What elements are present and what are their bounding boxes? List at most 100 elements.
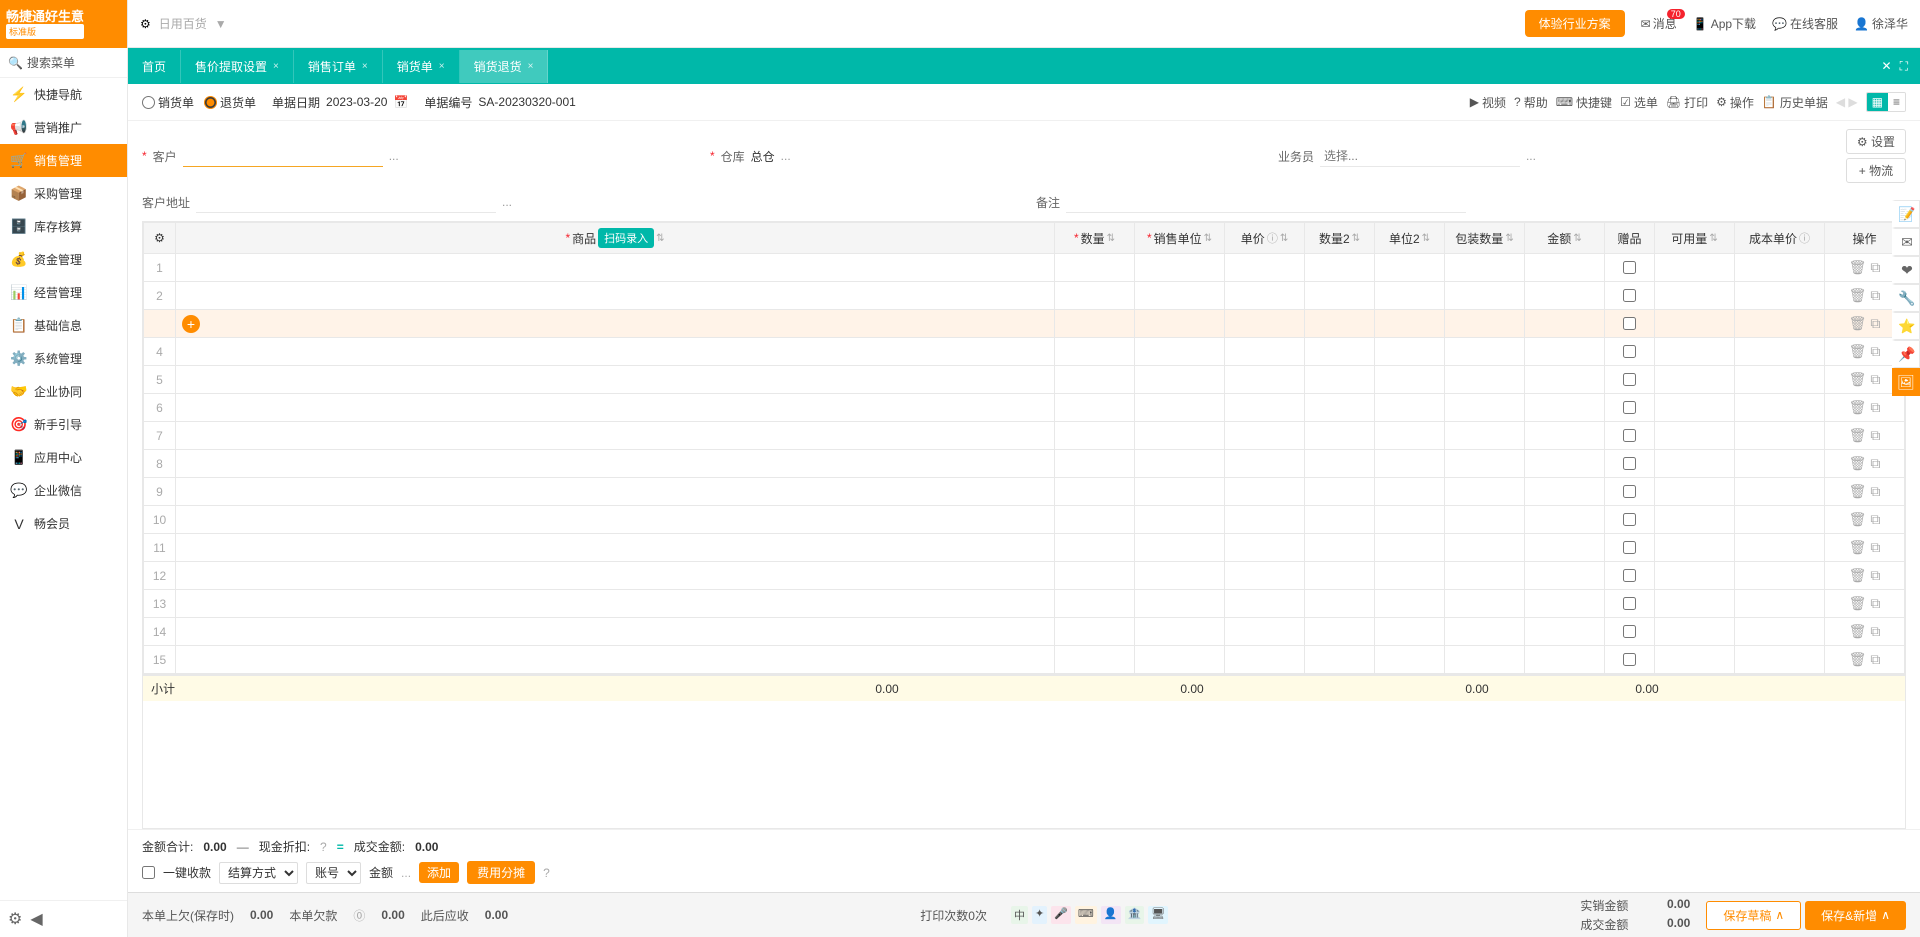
product-cell[interactable] bbox=[176, 590, 1055, 618]
pack-qty-cell[interactable] bbox=[1445, 590, 1525, 618]
gift-cell[interactable] bbox=[1605, 310, 1655, 338]
available-cell[interactable] bbox=[1655, 422, 1735, 450]
delete-row-icon[interactable]: 🗑 bbox=[1849, 427, 1867, 444]
action-help[interactable]: ? 帮助 bbox=[1514, 94, 1548, 111]
amount-cell[interactable] bbox=[1525, 562, 1605, 590]
cost-price-cell[interactable] bbox=[1735, 478, 1825, 506]
discount-info-icon[interactable]: ? bbox=[320, 840, 327, 854]
copy-row-icon[interactable]: ⧉ bbox=[1870, 455, 1880, 472]
payment-method-select[interactable]: 结算方式 bbox=[219, 862, 298, 884]
gift-checkbox[interactable] bbox=[1623, 653, 1636, 666]
radio-sales[interactable]: 销货单 bbox=[142, 94, 194, 111]
cost-price-cell[interactable] bbox=[1735, 562, 1825, 590]
sidebar-item-purchase[interactable]: 📦 采购管理 bbox=[0, 177, 127, 210]
product-cell[interactable] bbox=[176, 534, 1055, 562]
sidebar-item-quicknav[interactable]: ⚡ 快捷导航 bbox=[0, 78, 127, 111]
gift-checkbox[interactable] bbox=[1623, 345, 1636, 358]
qty2-cell[interactable] bbox=[1305, 450, 1375, 478]
amount-cell[interactable] bbox=[1525, 590, 1605, 618]
delete-row-icon[interactable]: 🗑 bbox=[1849, 455, 1867, 472]
gift-cell[interactable] bbox=[1605, 618, 1655, 646]
gift-cell[interactable] bbox=[1605, 562, 1655, 590]
sidebar-item-marketing[interactable]: 📢 营销推广 bbox=[0, 111, 127, 144]
quantity-cell[interactable] bbox=[1055, 562, 1135, 590]
delete-row-icon[interactable]: 🗑 bbox=[1849, 567, 1867, 584]
radio-sales-input[interactable] bbox=[142, 96, 155, 109]
gift-checkbox[interactable] bbox=[1623, 625, 1636, 638]
rfb-favorite[interactable]: ❤ bbox=[1892, 256, 1920, 284]
tb-icon-6[interactable]: 🏦 bbox=[1125, 906, 1145, 924]
rfb-pin[interactable]: 📌 bbox=[1892, 340, 1920, 368]
price-cell[interactable] bbox=[1225, 254, 1305, 282]
product-cell[interactable] bbox=[176, 506, 1055, 534]
pack-qty-cell[interactable] bbox=[1445, 338, 1525, 366]
gift-cell[interactable] bbox=[1605, 590, 1655, 618]
unit-cell[interactable] bbox=[1135, 646, 1225, 674]
pack-qty-cell[interactable] bbox=[1445, 310, 1525, 338]
pack-qty-cell[interactable] bbox=[1445, 562, 1525, 590]
action-video[interactable]: ▶ 视频 bbox=[1470, 94, 1506, 111]
available-cell[interactable] bbox=[1655, 590, 1735, 618]
gift-cell[interactable] bbox=[1605, 338, 1655, 366]
gift-cell[interactable] bbox=[1605, 534, 1655, 562]
available-cell[interactable] bbox=[1655, 254, 1735, 282]
unit-cell[interactable] bbox=[1135, 618, 1225, 646]
pack-qty-cell[interactable] bbox=[1445, 366, 1525, 394]
amount-cell[interactable] bbox=[1525, 506, 1605, 534]
copy-row-icon[interactable]: ⧉ bbox=[1870, 511, 1880, 528]
pack-qty-cell[interactable] bbox=[1445, 646, 1525, 674]
header-settings-icon[interactable]: ⚙ bbox=[140, 17, 151, 31]
cost-price-cell[interactable] bbox=[1735, 282, 1825, 310]
fee-tab-btn[interactable]: 费用分摊 bbox=[467, 861, 535, 884]
sidebar-search[interactable]: 🔍 搜索菜单 bbox=[0, 48, 127, 78]
cost-price-cell[interactable] bbox=[1735, 506, 1825, 534]
unit2-cell[interactable] bbox=[1375, 310, 1445, 338]
amount-cell[interactable] bbox=[1525, 646, 1605, 674]
amount-cell[interactable] bbox=[1525, 534, 1605, 562]
price-cell[interactable] bbox=[1225, 590, 1305, 618]
qty2-cell[interactable] bbox=[1305, 590, 1375, 618]
product-cell[interactable] bbox=[176, 254, 1055, 282]
cost-price-cell[interactable] bbox=[1735, 310, 1825, 338]
sidebar-item-enterprise[interactable]: 🤝 企业协同 bbox=[0, 375, 127, 408]
gift-checkbox[interactable] bbox=[1623, 597, 1636, 610]
cost-price-cell[interactable] bbox=[1735, 450, 1825, 478]
account-select[interactable]: 账号 bbox=[306, 862, 361, 884]
save-new-btn[interactable]: 保存&新增 ∧ bbox=[1805, 901, 1906, 930]
add-row-btn[interactable]: + bbox=[182, 315, 200, 333]
rfb-tool[interactable]: 🔧 bbox=[1892, 284, 1920, 312]
app-download-btn[interactable]: 📱 App下载 bbox=[1693, 15, 1756, 32]
qty2-cell[interactable] bbox=[1305, 646, 1375, 674]
product-cell[interactable] bbox=[176, 366, 1055, 394]
calendar-icon[interactable]: 📅 bbox=[393, 95, 408, 109]
amount-cell[interactable] bbox=[1525, 422, 1605, 450]
quantity-cell[interactable] bbox=[1055, 366, 1135, 394]
unit-cell[interactable] bbox=[1135, 366, 1225, 394]
action-print[interactable]: 🖨 打印 bbox=[1666, 94, 1708, 111]
amount-cell[interactable] bbox=[1525, 618, 1605, 646]
gift-checkbox[interactable] bbox=[1623, 513, 1636, 526]
warehouse-more-btn[interactable]: ... bbox=[781, 149, 791, 163]
unit2-cell[interactable] bbox=[1375, 590, 1445, 618]
sidebar-item-sales[interactable]: 🛒 销售管理 bbox=[0, 144, 127, 177]
settings-bottom-icon[interactable]: ⚙ bbox=[8, 909, 22, 929]
rfb-camera[interactable]: 🖼 bbox=[1892, 368, 1920, 396]
action-shortcut[interactable]: ⌨ 快捷键 bbox=[1556, 94, 1612, 111]
product-cell[interactable] bbox=[176, 618, 1055, 646]
sidebar-item-newguide[interactable]: 🎯 新手引导 bbox=[0, 408, 127, 441]
delete-row-icon[interactable]: 🗑 bbox=[1849, 287, 1867, 304]
qty2-cell[interactable] bbox=[1305, 506, 1375, 534]
price-cell[interactable] bbox=[1225, 422, 1305, 450]
delete-row-icon[interactable]: 🗑 bbox=[1849, 595, 1867, 612]
cost-price-cell[interactable] bbox=[1735, 422, 1825, 450]
available-cell[interactable] bbox=[1655, 534, 1735, 562]
gift-cell[interactable] bbox=[1605, 282, 1655, 310]
add-payment-btn[interactable]: 添加 bbox=[419, 862, 459, 883]
qty2-cell[interactable] bbox=[1305, 366, 1375, 394]
product-cell[interactable] bbox=[176, 562, 1055, 590]
pack-qty-cell[interactable] bbox=[1445, 450, 1525, 478]
delete-row-icon[interactable]: 🗑 bbox=[1849, 315, 1867, 332]
delete-row-icon[interactable]: 🗑 bbox=[1849, 399, 1867, 416]
save-draft-btn[interactable]: 保存草稿 ∧ bbox=[1706, 901, 1801, 930]
product-cell[interactable] bbox=[176, 478, 1055, 506]
